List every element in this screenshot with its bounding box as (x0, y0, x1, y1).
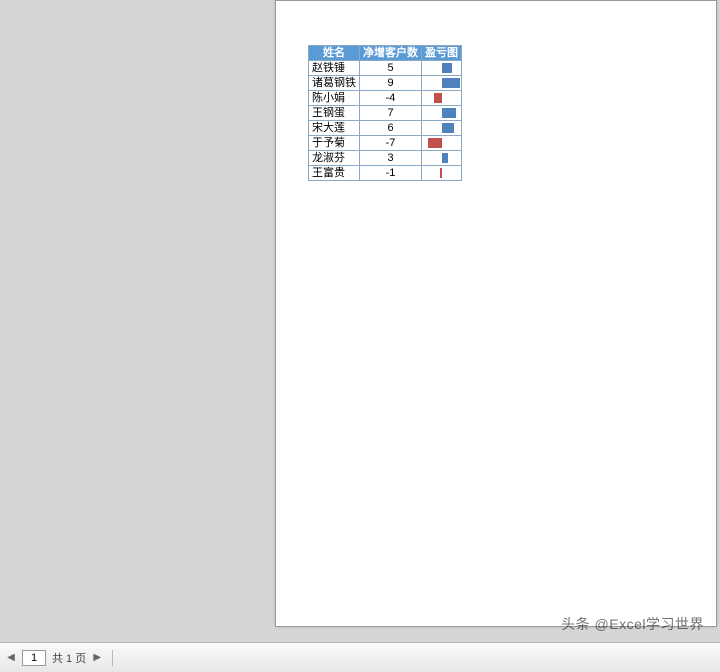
page-number-input[interactable] (22, 650, 46, 666)
cell-value: -1 (360, 166, 422, 181)
cell-winloss (422, 151, 462, 166)
cell-winloss (422, 121, 462, 136)
win-bar (442, 63, 452, 73)
table-row: 龙淑芬3 (309, 151, 462, 166)
cell-value: 6 (360, 121, 422, 136)
cell-name: 诸葛钢铁 (309, 76, 360, 91)
page-next-button[interactable]: ▶ (90, 650, 104, 666)
col-header-chart: 盈亏图 (422, 46, 462, 61)
cell-value: 3 (360, 151, 422, 166)
cell-name: 龙淑芬 (309, 151, 360, 166)
page-prev-button[interactable]: ◀ (4, 650, 18, 666)
table-row: 王富贵-1 (309, 166, 462, 181)
page-total-label: 共 1 页 (52, 650, 86, 666)
cell-winloss (422, 61, 462, 76)
cell-winloss (422, 106, 462, 121)
loss-bar (440, 168, 442, 178)
data-table-wrap: 姓名 净增客户数 盈亏图 赵铁锤5诸葛钢铁9陈小娟-4王钢蛋7宋大莲6于予菊-7… (308, 45, 462, 181)
pager-footer: ◀ 共 1 页 ▶ (0, 642, 720, 672)
cell-name: 王钢蛋 (309, 106, 360, 121)
table-row: 王钢蛋7 (309, 106, 462, 121)
cell-name: 赵铁锤 (309, 61, 360, 76)
cell-winloss (422, 136, 462, 151)
cell-name: 陈小娟 (309, 91, 360, 106)
table-row: 赵铁锤5 (309, 61, 462, 76)
table-row: 陈小娟-4 (309, 91, 462, 106)
cell-value: 7 (360, 106, 422, 121)
cell-name: 王富贵 (309, 166, 360, 181)
print-preview-page: 姓名 净增客户数 盈亏图 赵铁锤5诸葛钢铁9陈小娟-4王钢蛋7宋大莲6于予菊-7… (275, 0, 717, 627)
cell-name: 宋大莲 (309, 121, 360, 136)
cell-name: 于予菊 (309, 136, 360, 151)
table-header-row: 姓名 净增客户数 盈亏图 (309, 46, 462, 61)
col-header-name: 姓名 (309, 46, 360, 61)
table-row: 诸葛钢铁9 (309, 76, 462, 91)
loss-bar (428, 138, 442, 148)
footer-separator (112, 650, 113, 666)
data-table: 姓名 净增客户数 盈亏图 赵铁锤5诸葛钢铁9陈小娟-4王钢蛋7宋大莲6于予菊-7… (308, 45, 462, 181)
win-bar (442, 153, 448, 163)
table-row: 宋大莲6 (309, 121, 462, 136)
cell-value: 5 (360, 61, 422, 76)
cell-value: 9 (360, 76, 422, 91)
loss-bar (434, 93, 442, 103)
cell-winloss (422, 166, 462, 181)
table-row: 于予菊-7 (309, 136, 462, 151)
win-bar (442, 108, 456, 118)
cell-winloss (422, 76, 462, 91)
table-body: 赵铁锤5诸葛钢铁9陈小娟-4王钢蛋7宋大莲6于予菊-7龙淑芬3王富贵-1 (309, 61, 462, 181)
cell-value: -7 (360, 136, 422, 151)
win-bar (442, 123, 454, 133)
col-header-value: 净增客户数 (360, 46, 422, 61)
cell-winloss (422, 91, 462, 106)
cell-value: -4 (360, 91, 422, 106)
win-bar (442, 78, 460, 88)
